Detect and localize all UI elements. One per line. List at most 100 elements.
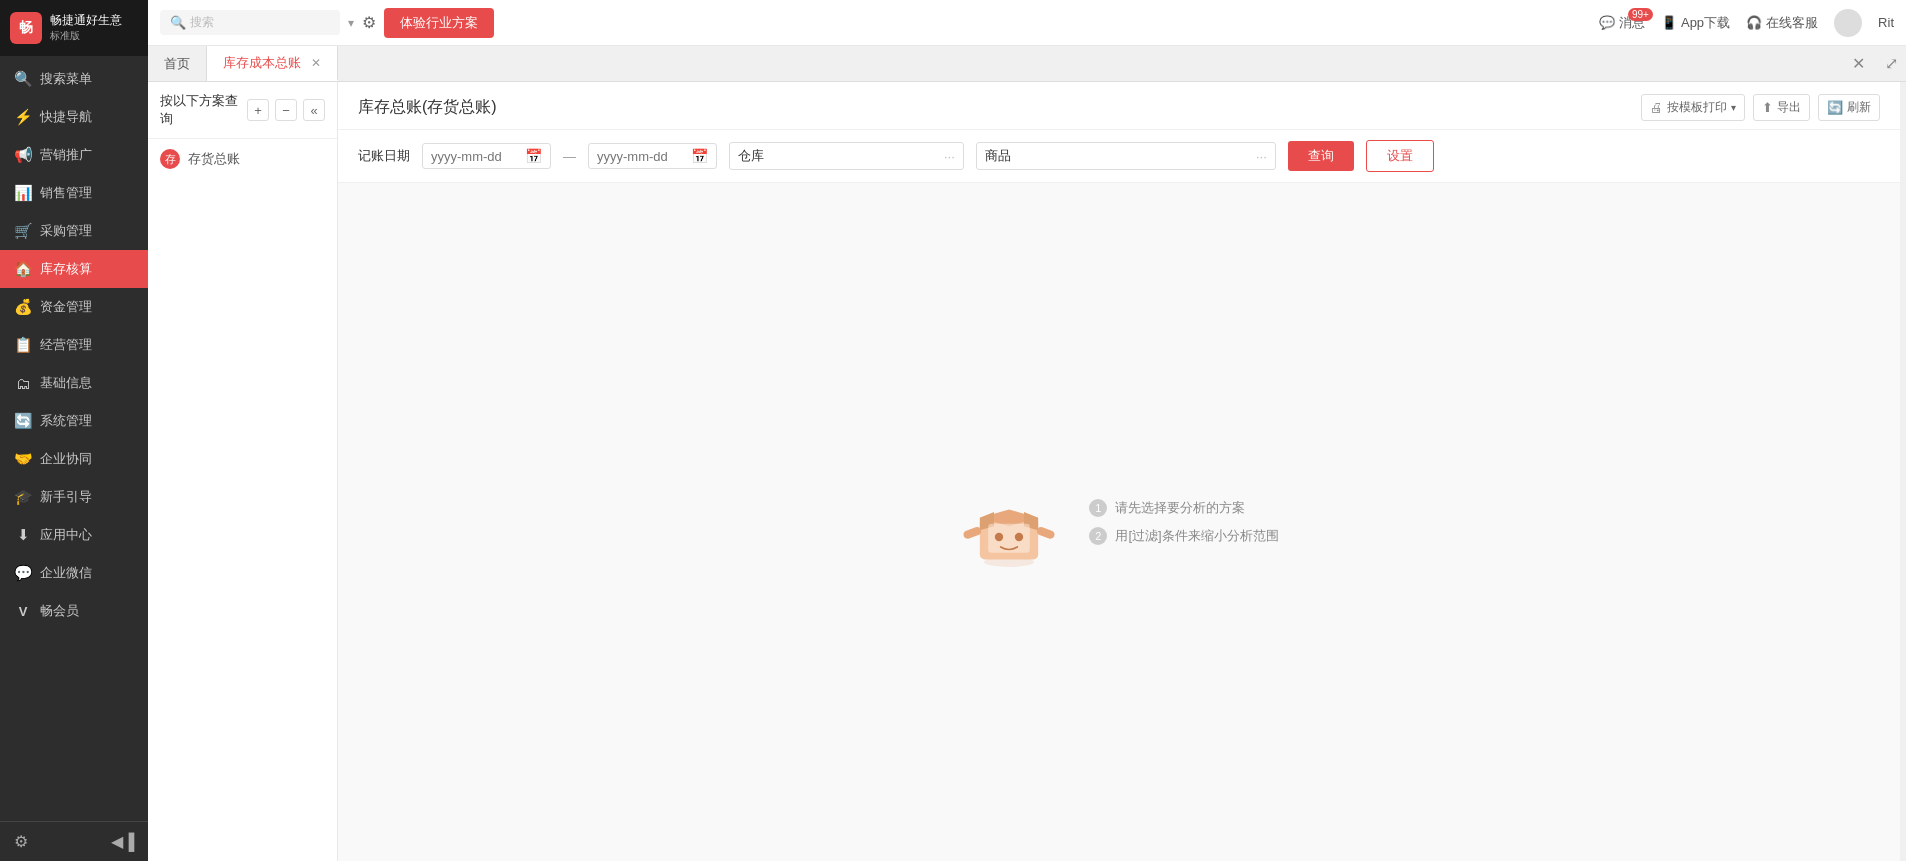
gear-icon[interactable]: ⚙ — [362, 13, 376, 32]
sidebar-item-app-center[interactable]: ⬇ 应用中心 — [0, 516, 148, 554]
calendar-to-icon[interactable]: 📅 — [691, 148, 708, 164]
product-more-icon[interactable]: ··· — [1256, 149, 1267, 164]
inventory-ledger-icon: 存 — [160, 149, 180, 169]
printer-icon: 🖨 — [1650, 100, 1663, 115]
message-badge: 99+ — [1628, 8, 1653, 21]
search-icon: 🔍 — [170, 15, 186, 30]
flash-icon: ⚡ — [14, 108, 32, 126]
print-button[interactable]: 🖨 按模板打印 ▾ — [1641, 94, 1745, 121]
export-button[interactable]: ⬆ 导出 — [1753, 94, 1810, 121]
sidebar-item-member[interactable]: V 畅会员 — [0, 592, 148, 630]
tab-inventory-ledger[interactable]: 库存成本总账 ✕ — [207, 46, 338, 81]
svg-point-6 — [995, 533, 1003, 541]
collapse-icon[interactable]: ◀▐ — [111, 832, 134, 851]
search-placeholder: 搜索 — [190, 14, 214, 31]
download-icon: ⬇ — [14, 526, 32, 544]
sidebar-item-label: 畅会员 — [40, 602, 79, 620]
logo-text-block: 畅捷通好生意 标准版 — [50, 13, 122, 43]
sidebar-item-finance[interactable]: 💰 资金管理 — [0, 288, 148, 326]
app-logo: 畅 畅捷通好生意 标准版 — [0, 0, 148, 56]
content-area: 按以下方案查询 + − « 存 存货总账 库存总账(存货总账) 🖨 — [148, 82, 1906, 861]
app-download-button[interactable]: 📱 App下载 — [1661, 14, 1730, 32]
search-bar: 记账日期 📅 — 📅 仓库 ··· 商品 ·· — [338, 130, 1900, 183]
panel-close-icon[interactable]: ✕ — [1840, 54, 1877, 73]
sidebar-item-label: 销售管理 — [40, 184, 92, 202]
dropdown-chevron-icon[interactable]: ▾ — [348, 16, 354, 30]
topbar: 🔍 搜索 ▾ ⚙ 体验行业方案 💬 消息 99+ 📱 App下载 🎧 在线客服 … — [148, 0, 1906, 46]
graduation-icon: 🎓 — [14, 488, 32, 506]
print-label: 按模板打印 — [1667, 99, 1727, 116]
product-field[interactable]: 商品 ··· — [976, 142, 1276, 170]
warehouse-field[interactable]: 仓库 ··· — [729, 142, 964, 170]
warehouse-label: 仓库 — [738, 147, 764, 165]
svg-point-7 — [1015, 533, 1023, 541]
clipboard-icon: 📋 — [14, 336, 32, 354]
settings-icon[interactable]: ⚙ — [14, 832, 28, 851]
sidebar-item-label: 应用中心 — [40, 526, 92, 544]
calendar-from-icon[interactable]: 📅 — [525, 148, 542, 164]
date-to-field[interactable]: 📅 — [588, 143, 717, 169]
sidebar-item-enterprise-wx[interactable]: 💬 企业微信 — [0, 554, 148, 592]
filter-remove-button[interactable]: − — [275, 99, 297, 121]
headset-icon: 🎧 — [1746, 15, 1762, 30]
tip-num-2: 2 — [1089, 527, 1107, 545]
sidebar-item-search[interactable]: 🔍 搜索菜单 — [0, 60, 148, 98]
main-area: 🔍 搜索 ▾ ⚙ 体验行业方案 💬 消息 99+ 📱 App下载 🎧 在线客服 … — [148, 0, 1906, 861]
app-badge: 标准版 — [50, 29, 122, 43]
logo-icon: 畅 — [10, 12, 42, 44]
print-dropdown-icon: ▾ — [1731, 102, 1736, 113]
filter-add-button[interactable]: + — [247, 99, 269, 121]
empty-tips: 1 请先选择要分析的方案 2 用[过滤]条件来缩小分析范围 — [1089, 499, 1278, 545]
sidebar-item-label: 基础信息 — [40, 374, 92, 392]
empty-tip-1: 1 请先选择要分析的方案 — [1089, 499, 1278, 517]
filter-item-inventory-ledger[interactable]: 存 存货总账 — [148, 139, 337, 179]
svg-rect-9 — [1036, 526, 1056, 540]
chat-icon: 💬 — [14, 564, 32, 582]
app-download-label: App下载 — [1681, 14, 1730, 32]
search-button[interactable]: 查询 — [1288, 141, 1354, 171]
sidebar-item-purchase[interactable]: 🛒 采购管理 — [0, 212, 148, 250]
sidebar-item-basic-info[interactable]: 🗂 基础信息 — [0, 364, 148, 402]
date-separator: — — [563, 149, 576, 164]
main-content: 库存总账(存货总账) 🖨 按模板打印 ▾ ⬆ 导出 🔄 刷新 — [338, 82, 1900, 861]
sidebar-footer: ⚙ ◀▐ — [0, 821, 148, 861]
message-button[interactable]: 💬 消息 99+ — [1599, 14, 1645, 32]
filter-collapse-button[interactable]: « — [303, 99, 325, 121]
sidebar-item-label: 经营管理 — [40, 336, 92, 354]
filter-header: 按以下方案查询 + − « — [148, 82, 337, 139]
sidebar-item-operations[interactable]: 📋 经营管理 — [0, 326, 148, 364]
user-avatar[interactable] — [1834, 9, 1862, 37]
tab-close-icon[interactable]: ✕ — [311, 56, 321, 70]
tab-home[interactable]: 首页 — [148, 46, 207, 81]
sidebar-item-guide[interactable]: 🎓 新手引导 — [0, 478, 148, 516]
tip-text-1: 请先选择要分析的方案 — [1115, 499, 1245, 517]
date-from-field[interactable]: 📅 — [422, 143, 551, 169]
product-input[interactable] — [1019, 149, 1252, 164]
promo-button[interactable]: 体验行业方案 — [384, 8, 494, 38]
sidebar-item-label: 新手引导 — [40, 488, 92, 506]
sidebar-item-system[interactable]: 🔄 系统管理 — [0, 402, 148, 440]
topbar-search[interactable]: 🔍 搜索 — [160, 10, 340, 35]
app-name: 畅捷通好生意 — [50, 13, 122, 29]
cart-icon: 🛒 — [14, 222, 32, 240]
tip-text-2: 用[过滤]条件来缩小分析范围 — [1115, 527, 1278, 545]
warehouse-more-icon[interactable]: ··· — [944, 149, 955, 164]
refresh-button[interactable]: 🔄 刷新 — [1818, 94, 1880, 121]
date-to-input[interactable] — [597, 149, 687, 164]
sidebar-item-sales[interactable]: 📊 销售管理 — [0, 174, 148, 212]
date-from-input[interactable] — [431, 149, 521, 164]
sidebar-item-quick-nav[interactable]: ⚡ 快捷导航 — [0, 98, 148, 136]
refresh-icon: 🔄 — [1827, 100, 1843, 115]
warehouse-input[interactable] — [772, 149, 940, 164]
sidebar-item-inventory[interactable]: 🏠 库存核算 — [0, 250, 148, 288]
online-service-button[interactable]: 🎧 在线客服 — [1746, 14, 1818, 32]
tab-home-label: 首页 — [164, 55, 190, 73]
setting-button[interactable]: 设置 — [1366, 140, 1434, 172]
sidebar-item-marketing[interactable]: 📢 营销推广 — [0, 136, 148, 174]
sidebar-item-label: 资金管理 — [40, 298, 92, 316]
filter-title: 按以下方案查询 — [160, 92, 247, 128]
sidebar-item-label: 系统管理 — [40, 412, 92, 430]
sidebar-item-cooperation[interactable]: 🤝 企业协同 — [0, 440, 148, 478]
panel-expand-icon[interactable]: ⤢ — [1877, 54, 1906, 73]
export-icon: ⬆ — [1762, 100, 1773, 115]
